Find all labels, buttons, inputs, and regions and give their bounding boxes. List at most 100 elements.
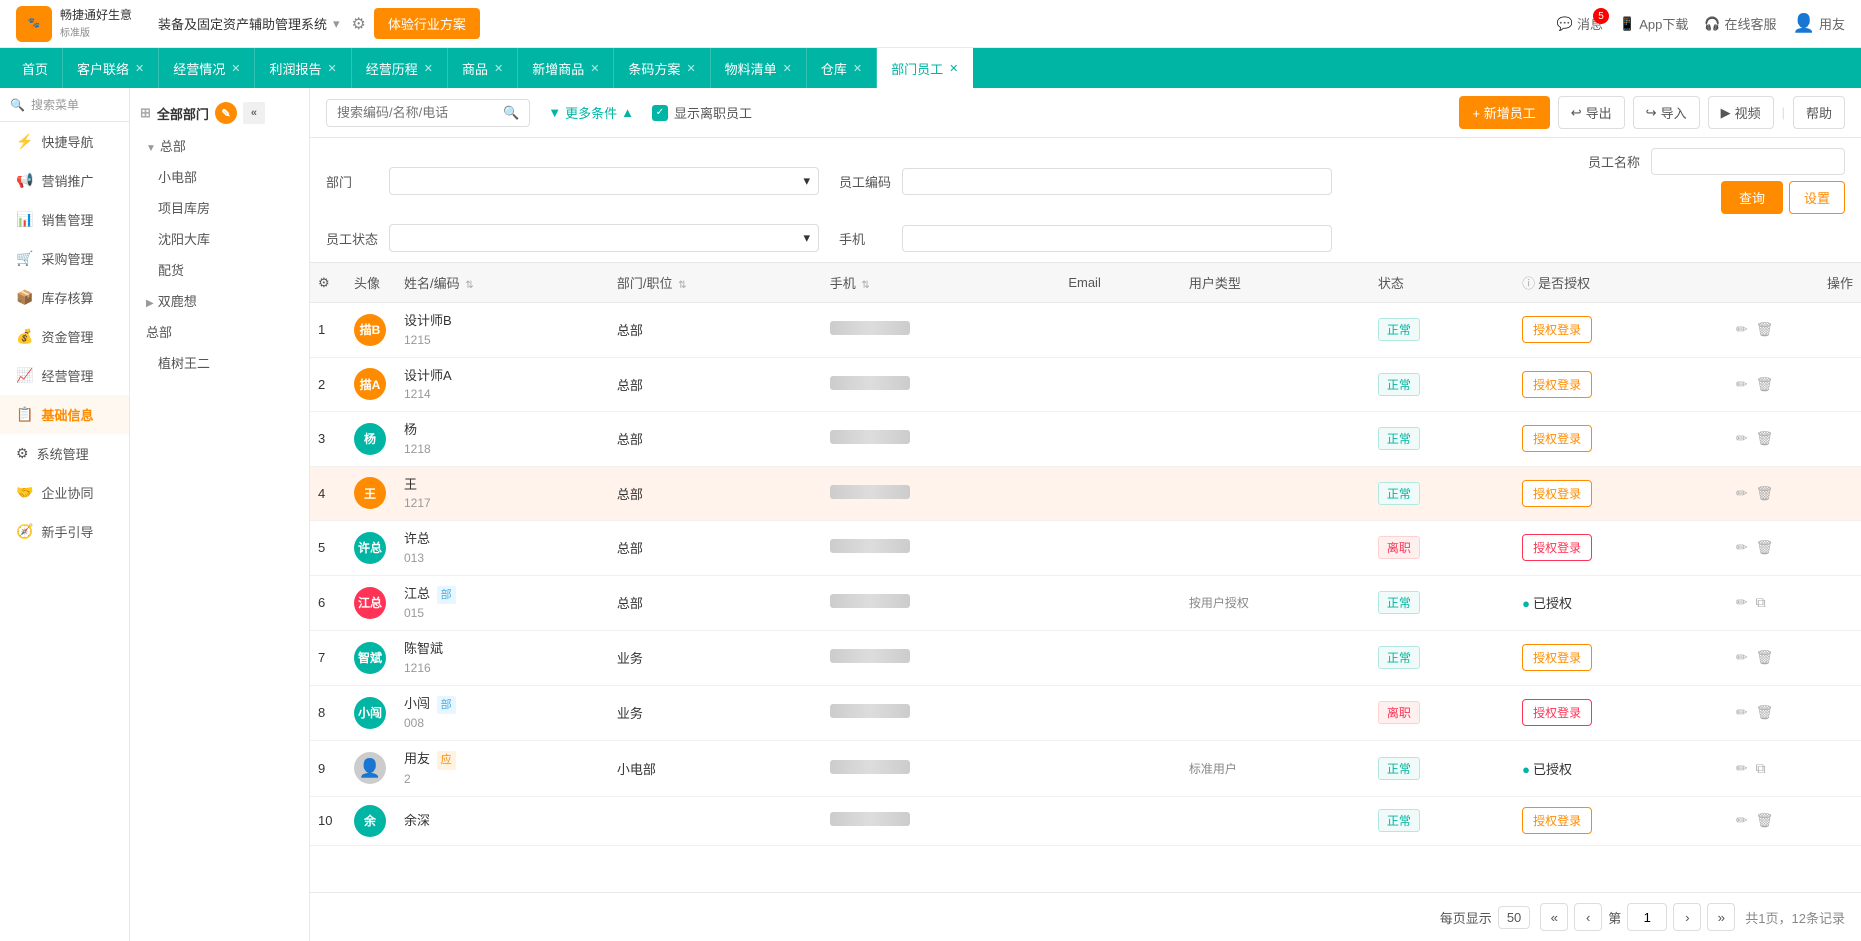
settings-icon[interactable]: ⚙ xyxy=(352,14,366,34)
code-filter-input[interactable] xyxy=(902,168,1332,195)
th-settings[interactable]: ⚙ xyxy=(310,263,346,303)
dept-collapse-btn[interactable]: « xyxy=(243,102,265,124)
dropdown-arrow-icon[interactable]: ▾ xyxy=(333,16,340,32)
sidebar-item-basic[interactable]: 📋基础信息 xyxy=(0,395,129,434)
dept-item-zongbu-root[interactable]: ▼总部 xyxy=(130,130,309,161)
first-page-btn[interactable]: « xyxy=(1540,903,1568,931)
prev-page-btn[interactable]: ‹ xyxy=(1574,903,1602,931)
row-email xyxy=(1060,796,1181,845)
sidebar-item-marketing[interactable]: 📢营销推广 xyxy=(0,161,129,200)
edit-icon[interactable]: ✏ xyxy=(1736,430,1748,447)
search-input[interactable] xyxy=(337,105,497,120)
authorize-btn[interactable]: 授权登录 xyxy=(1522,425,1592,452)
delete-icon[interactable]: 🗑 xyxy=(1756,704,1774,721)
tab-add-goods[interactable]: 新增商品 ✕ xyxy=(518,48,614,88)
dept-item-project[interactable]: 项目库房 xyxy=(130,192,309,223)
edit-icon[interactable]: ✏ xyxy=(1736,812,1748,829)
sidebar-item-quicknav[interactable]: ⚡快捷导航 xyxy=(0,122,129,161)
status-filter-select[interactable]: ▾ xyxy=(389,224,819,252)
phone-filter-input[interactable] xyxy=(902,225,1332,252)
set-btn[interactable]: 设置 xyxy=(1789,181,1845,214)
authorize-btn[interactable]: 授权登录 xyxy=(1522,316,1592,343)
edit-icon[interactable]: ✏ xyxy=(1736,704,1748,721)
video-btn[interactable]: ▶ 视频 xyxy=(1708,96,1774,129)
message-btn[interactable]: 💬 消息 5 xyxy=(1557,14,1603,33)
authorize-btn[interactable]: 授权登录 xyxy=(1522,699,1592,726)
query-btn[interactable]: 查询 xyxy=(1721,181,1783,214)
copy-icon[interactable]: ⧉ xyxy=(1756,594,1766,611)
more-filter-btn[interactable]: ▼ 更多条件 ▲ xyxy=(540,98,642,127)
edit-icon[interactable]: ✏ xyxy=(1736,321,1748,338)
dept-edit-btn[interactable]: ✎ xyxy=(215,102,237,124)
edit-icon[interactable]: ✏ xyxy=(1736,760,1748,777)
sidebar-search[interactable]: 🔍 搜索菜单 xyxy=(0,88,129,122)
authorize-btn[interactable]: 授权登录 xyxy=(1522,480,1592,507)
sidebar-item-ops[interactable]: 📈经营管理 xyxy=(0,356,129,395)
app-download-btn[interactable]: 📱 App下载 xyxy=(1619,14,1688,33)
delete-icon[interactable]: 🗑 xyxy=(1756,485,1774,502)
add-employee-btn[interactable]: + 新增员工 xyxy=(1459,96,1550,129)
authorize-btn[interactable]: 授权登录 xyxy=(1522,644,1592,671)
sidebar-item-system[interactable]: ⚙系统管理 xyxy=(0,434,129,473)
dept-item-shuanglu[interactable]: ▶双鹿想 xyxy=(130,285,309,316)
delete-icon[interactable]: 🗑 xyxy=(1756,321,1774,338)
delete-icon[interactable]: 🗑 xyxy=(1756,376,1774,393)
tab-dept-staff[interactable]: 部门员工 ✕ xyxy=(877,48,973,88)
page-input[interactable] xyxy=(1627,903,1667,931)
row-ops: ✏ 🗑 xyxy=(1728,412,1861,467)
edit-icon[interactable]: ✏ xyxy=(1736,649,1748,666)
authorize-btn[interactable]: 授权登录 xyxy=(1522,534,1592,561)
tab-profit[interactable]: 利润报告 ✕ xyxy=(255,48,351,88)
content-area: ⊞ 全部部门 ✎ « ▼总部 小电部 项目库房 沈阳大库 配货 ▶双鹿想 总部 … xyxy=(130,88,1861,941)
th-phone[interactable]: 手机 ⇅ xyxy=(822,263,1061,303)
delete-icon[interactable]: 🗑 xyxy=(1756,812,1774,829)
th-name[interactable]: 姓名/编码 ⇅ xyxy=(396,263,609,303)
sidebar-item-inventory[interactable]: 📦库存核算 xyxy=(0,278,129,317)
import-btn[interactable]: ↪ 导入 xyxy=(1633,96,1700,129)
tab-history[interactable]: 经营历程 ✕ xyxy=(352,48,448,88)
authorize-btn[interactable]: 授权登录 xyxy=(1522,807,1592,834)
help-btn[interactable]: 帮助 xyxy=(1793,96,1845,129)
experience-btn[interactable]: 体验行业方案 xyxy=(374,8,480,39)
tab-home[interactable]: 首页 xyxy=(8,48,63,88)
next-page-btn[interactable]: › xyxy=(1673,903,1701,931)
show-resigned-toggle[interactable]: ✓ 显示离职员工 xyxy=(652,103,752,122)
sidebar-item-collab[interactable]: 🤝企业协同 xyxy=(0,473,129,512)
tab-barcode[interactable]: 条码方案 ✕ xyxy=(614,48,710,88)
tab-bom[interactable]: 物料清单 ✕ xyxy=(711,48,807,88)
dept-item-zhishu[interactable]: 植树王二 xyxy=(130,347,309,378)
edit-icon[interactable]: ✏ xyxy=(1736,485,1748,502)
search-box[interactable]: 🔍 xyxy=(326,99,530,127)
resigned-checkbox[interactable]: ✓ xyxy=(652,105,668,121)
sidebar-item-finance[interactable]: 💰资金管理 xyxy=(0,317,129,356)
user-menu[interactable]: 👤 用友 xyxy=(1793,13,1845,34)
last-page-btn[interactable]: » xyxy=(1707,903,1735,931)
tab-operation[interactable]: 经营情况 ✕ xyxy=(159,48,255,88)
edit-icon[interactable]: ✏ xyxy=(1736,539,1748,556)
authorize-btn[interactable]: 授权登录 xyxy=(1522,371,1592,398)
edit-icon[interactable]: ✏ xyxy=(1736,594,1748,611)
dept-item-peihuo[interactable]: 配货 xyxy=(130,254,309,285)
sidebar-item-guide[interactable]: 🧭新手引导 xyxy=(0,512,129,551)
per-page-value[interactable]: 50 xyxy=(1498,906,1530,929)
dept-filter-select[interactable]: ▾ xyxy=(389,167,819,195)
tab-goods[interactable]: 商品 ✕ xyxy=(448,48,518,88)
copy-icon[interactable]: ⧉ xyxy=(1756,760,1766,777)
dept-item-shenyang[interactable]: 沈阳大库 xyxy=(130,223,309,254)
delete-icon[interactable]: 🗑 xyxy=(1756,649,1774,666)
online-support-btn[interactable]: 🎧 在线客服 xyxy=(1704,14,1776,33)
edit-icon[interactable]: ✏ xyxy=(1736,376,1748,393)
tab-warehouse[interactable]: 仓库 ✕ xyxy=(807,48,877,88)
sidebar-item-sales[interactable]: 📊销售管理 xyxy=(0,200,129,239)
dept-item-xiaodianbu[interactable]: 小电部 xyxy=(130,161,309,192)
tab-customer[interactable]: 客户联络 ✕ xyxy=(63,48,159,88)
dept-item-zongbu2[interactable]: 总部 xyxy=(130,316,309,347)
sidebar-item-purchase[interactable]: 🛒采购管理 xyxy=(0,239,129,278)
row-status: 正常 xyxy=(1370,466,1514,521)
table-row: 8 小闯 小闯 部 008 业务 xyxy=(310,685,1861,741)
export-btn[interactable]: ↩ 导出 xyxy=(1558,96,1625,129)
delete-icon[interactable]: 🗑 xyxy=(1756,430,1774,447)
name-filter-input[interactable] xyxy=(1651,148,1845,175)
delete-icon[interactable]: 🗑 xyxy=(1756,539,1774,556)
th-dept[interactable]: 部门/职位 ⇅ xyxy=(609,263,822,303)
